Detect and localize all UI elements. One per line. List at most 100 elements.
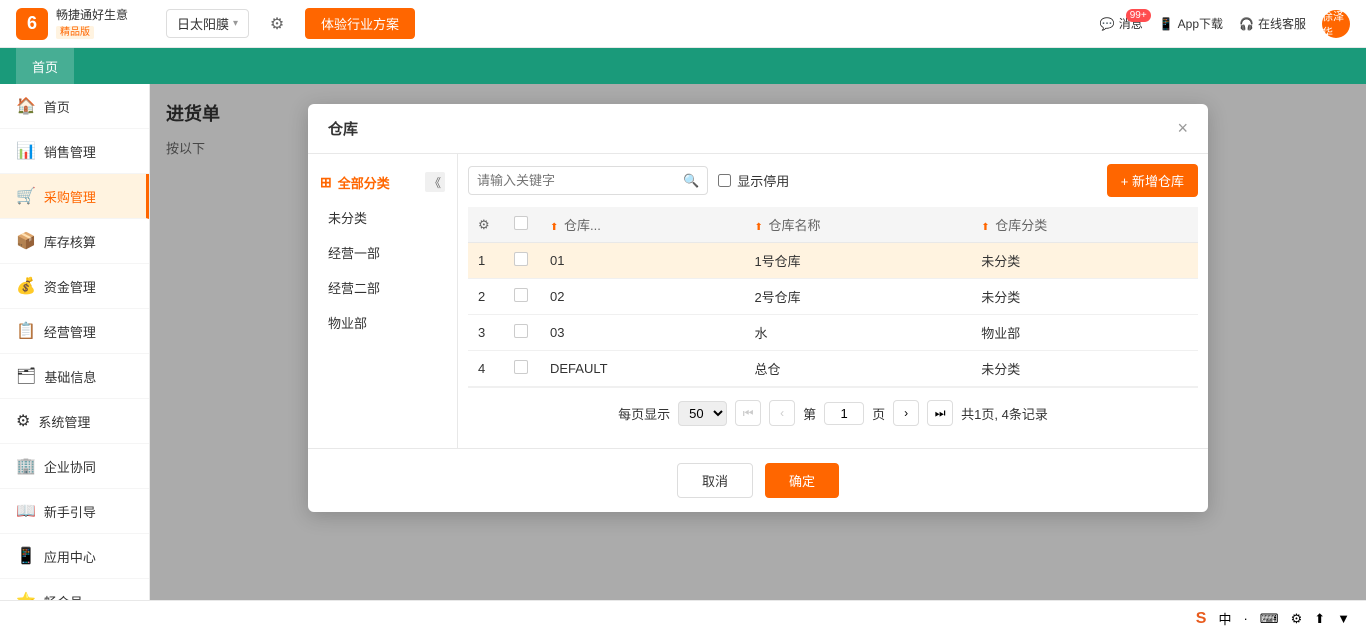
app-download-label: App下载 <box>1178 15 1223 32</box>
modal-close-button[interactable]: × <box>1177 118 1188 139</box>
settings-icon: ⚙ <box>478 217 490 232</box>
finance-icon: 💰 <box>16 276 36 296</box>
user-item[interactable]: 徐泽华 <box>1322 10 1350 38</box>
table-toolbar: 🔍 显示停用 + 新增仓库 <box>468 164 1198 197</box>
cancel-button[interactable]: 取消 <box>677 463 753 498</box>
row2-checkbox[interactable] <box>514 288 528 302</box>
trial-button[interactable]: 体验行业方案 <box>305 8 415 39</box>
row3-check <box>504 315 540 351</box>
lang-icon[interactable]: 中 <box>1218 609 1231 628</box>
table-body: 1 01 1号仓库 未分类 2 <box>468 243 1198 387</box>
sort-icon-category: ⬆ <box>981 222 989 233</box>
category-item-property[interactable]: 物业部 <box>308 305 457 340</box>
mobile-icon: 📱 <box>1159 17 1174 31</box>
category-item-dept1[interactable]: 经营一部 <box>308 235 457 270</box>
search-input[interactable] <box>477 167 677 194</box>
message-icon: 💬 <box>1100 17 1115 31</box>
confirm-button[interactable]: 确定 <box>765 463 839 498</box>
search-wrapper: 🔍 <box>468 166 708 195</box>
branch-selector[interactable]: 日太阳膜 ▾ <box>166 9 249 38</box>
per-page-select[interactable]: 50 <box>678 401 727 426</box>
show-disabled-wrap: 显示停用 <box>718 171 789 190</box>
sidebar-item-system[interactable]: ⚙ 系统管理 <box>0 399 149 444</box>
last-page-btn[interactable]: ⏭ <box>927 400 953 426</box>
system-icon: ⚙ <box>16 411 30 431</box>
grid-icon: ⊞ <box>320 174 332 191</box>
category-panel: ⊞ 全部分类 《 未分类 经营一部 经营二部 <box>308 154 458 448</box>
sales-icon: 📊 <box>16 141 36 161</box>
inventory-icon: 📦 <box>16 231 36 251</box>
row2-code: 02 <box>540 279 744 315</box>
apps-icon: 📱 <box>16 546 36 566</box>
header-right: 💬 消息 99+ 📱 App下载 🎧 在线客服 徐泽华 <box>1100 10 1350 38</box>
keyboard-icon[interactable]: ⌨ <box>1260 611 1279 627</box>
row1-code: 01 <box>540 243 744 279</box>
table-row[interactable]: 4 DEFAULT 总仓 未分类 <box>468 351 1198 387</box>
sort-icon-name: ⬆ <box>754 222 762 233</box>
row2-num: 2 <box>468 279 504 315</box>
gear-button[interactable]: ⚙ <box>261 8 293 40</box>
search-icon[interactable]: 🔍 <box>683 173 699 189</box>
row3-code: 03 <box>540 315 744 351</box>
sidebar-item-purchase[interactable]: 🛒 采购管理 <box>0 174 149 219</box>
select-all-checkbox[interactable] <box>514 216 528 230</box>
online-service-label: 在线客服 <box>1258 15 1306 32</box>
th-name: ⬆ 仓库名称 <box>744 207 971 243</box>
category-item-uncategorized[interactable]: 未分类 <box>308 200 457 235</box>
settings-icon-bottom[interactable]: ⚙ <box>1291 611 1303 627</box>
table-header-row: ⚙ ⬆ 仓库... <box>468 207 1198 243</box>
category-item-dept2[interactable]: 经营二部 <box>308 270 457 305</box>
down-icon[interactable]: ▼ <box>1337 611 1350 626</box>
online-service-item[interactable]: 🎧 在线客服 <box>1239 15 1306 32</box>
sidebar-item-finance[interactable]: 💰 资金管理 <box>0 264 149 309</box>
logo-area: 6 畅捷通好生意 精品版 <box>16 8 166 40</box>
show-disabled-checkbox[interactable] <box>718 174 731 187</box>
row4-name: 总仓 <box>744 351 971 387</box>
row1-name: 1号仓库 <box>744 243 971 279</box>
page-input[interactable] <box>824 402 864 425</box>
row3-name: 水 <box>744 315 971 351</box>
message-item[interactable]: 💬 消息 99+ <box>1100 15 1143 32</box>
sidebar-item-guide[interactable]: 📖 新手引导 <box>0 489 149 534</box>
sidebar-item-enterprise[interactable]: 🏢 企业协同 <box>0 444 149 489</box>
up-icon[interactable]: ⬆ <box>1314 611 1325 627</box>
table-row[interactable]: 2 02 2号仓库 未分类 <box>468 279 1198 315</box>
collapse-button[interactable]: 《 <box>425 172 445 192</box>
modal-title: 仓库 <box>328 118 358 139</box>
prev-page-btn[interactable]: ‹ <box>769 400 795 426</box>
sidebar-item-inventory[interactable]: 📦 库存核算 <box>0 219 149 264</box>
logo-icon: 6 <box>16 8 48 40</box>
content-area: 进货单 按以下 仓库 × ⊞ 全部分类 <box>150 84 1366 636</box>
row1-num: 1 <box>468 243 504 279</box>
modal-overlay: 仓库 × ⊞ 全部分类 《 未分类 <box>150 84 1366 636</box>
add-warehouse-button[interactable]: + 新增仓库 <box>1107 164 1198 197</box>
row3-checkbox[interactable] <box>514 324 528 338</box>
row1-category: 未分类 <box>971 243 1198 279</box>
sidebar-item-basic-info[interactable]: 🗂 基础信息 <box>0 354 149 399</box>
next-page-btn[interactable]: › <box>893 400 919 426</box>
row4-checkbox[interactable] <box>514 360 528 374</box>
gear-icon: ⚙ <box>270 14 284 34</box>
operations-icon: 📋 <box>16 321 36 341</box>
basic-info-icon: 🗂 <box>16 366 36 386</box>
sidebar-item-home[interactable]: 🏠 首页 <box>0 84 149 129</box>
sidebar-item-operations[interactable]: 📋 经营管理 <box>0 309 149 354</box>
first-page-btn[interactable]: ⏮ <box>735 400 761 426</box>
table-head: ⚙ ⬆ 仓库... <box>468 207 1198 243</box>
sidebar-item-apps[interactable]: 📱 应用中心 <box>0 534 149 579</box>
row1-checkbox[interactable] <box>514 252 528 266</box>
table-row[interactable]: 1 01 1号仓库 未分类 <box>468 243 1198 279</box>
avatar: 徐泽华 <box>1322 10 1350 38</box>
tab-home[interactable]: 首页 <box>16 48 74 84</box>
modal-body: ⊞ 全部分类 《 未分类 经营一部 经营二部 <box>308 154 1208 448</box>
warehouse-modal: 仓库 × ⊞ 全部分类 《 未分类 <box>308 104 1208 512</box>
all-category-header[interactable]: ⊞ 全部分类 《 <box>308 164 457 200</box>
branch-arrow: ▾ <box>233 18 238 29</box>
table-row[interactable]: 3 03 水 物业部 <box>468 315 1198 351</box>
app-download-item[interactable]: 📱 App下载 <box>1159 15 1223 32</box>
table-container: ⚙ ⬆ 仓库... <box>468 207 1198 387</box>
pagination-summary: 共1页, 4条记录 <box>961 404 1048 423</box>
sidebar-item-sales[interactable]: 📊 销售管理 <box>0 129 149 174</box>
row4-category: 未分类 <box>971 351 1198 387</box>
bottom-bar: S 中 · ⌨ ⚙ ⬆ ▼ <box>0 600 1366 636</box>
